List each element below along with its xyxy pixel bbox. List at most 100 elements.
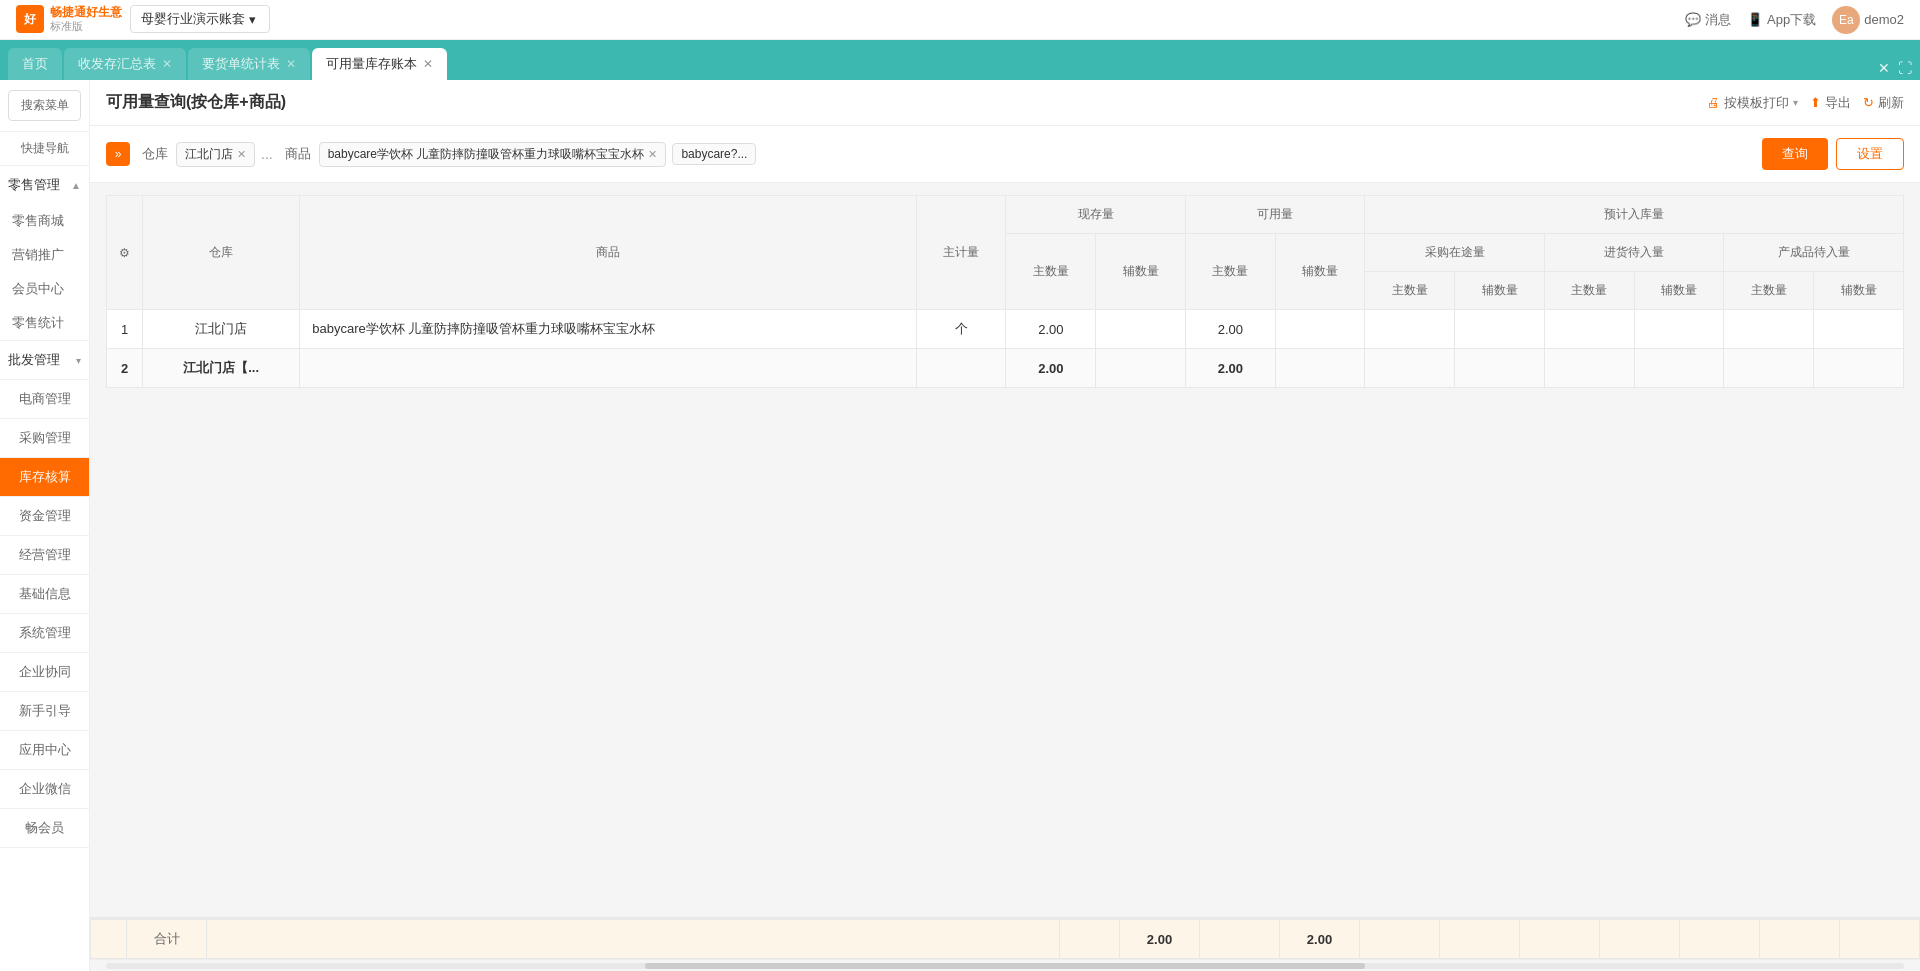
product-tag-2[interactable]: babycare?... <box>672 143 756 165</box>
warehouse-label: 仓库 <box>142 145 168 163</box>
th-stock-group: 现存量 <box>1006 196 1185 234</box>
user-profile[interactable]: Ea demo2 <box>1832 6 1904 34</box>
template-print-button[interactable]: 🖨 按模板打印 ▾ <box>1707 94 1798 112</box>
subtotal-row: 2 江北门店【... 2.00 2.00 <box>107 349 1904 388</box>
tab-available-close[interactable]: ✕ <box>423 57 433 71</box>
subtotal-pur-aux <box>1455 349 1545 388</box>
template-print-label: 按模板打印 <box>1724 94 1789 112</box>
row-inc-aux <box>1634 310 1724 349</box>
th-inc-aux: 辅数量 <box>1634 272 1724 310</box>
user-name: demo2 <box>1864 12 1904 27</box>
maximize-icon[interactable]: ⛶ <box>1898 60 1912 76</box>
th-warehouse: 仓库 <box>143 196 300 310</box>
table-wrapper: ⚙ 仓库 商品 主计量 现存量 可用量 预计入库量 主数量 辅数量 主数量 辅数… <box>90 183 1920 917</box>
chevron-down-icon <box>249 12 256 27</box>
total-available-main: 2.00 <box>1280 920 1360 959</box>
sidebar-item-operation[interactable]: 经营管理 <box>0 536 89 575</box>
th-inc-main: 主数量 <box>1544 272 1634 310</box>
search-menu-button[interactable]: 搜索菜单 <box>8 90 81 121</box>
tab-demand-close[interactable]: ✕ <box>286 57 296 71</box>
logo-area: 好 畅捷通好生意 标准版 <box>16 5 122 34</box>
quick-nav-button[interactable]: 快捷导航 <box>0 132 89 166</box>
total-inc-main <box>1600 920 1680 959</box>
total-product-cell <box>207 920 1060 959</box>
refresh-button[interactable]: ↻ 刷新 <box>1863 94 1904 112</box>
th-forecast-group: 预计入库量 <box>1365 196 1904 234</box>
sidebar-item-wechat[interactable]: 企业微信 <box>0 770 89 809</box>
sidebar-group-retail-header[interactable]: 零售管理 ▲ <box>0 166 89 204</box>
tab-income[interactable]: 收发存汇总表 ✕ <box>64 48 186 80</box>
app-icon: 📱 <box>1747 12 1763 27</box>
setting-button[interactable]: 设置 <box>1836 138 1904 170</box>
tab-bar: 首页 收发存汇总表 ✕ 要货单统计表 ✕ 可用量库存账本 ✕ ✕ ⛶ <box>0 40 1920 80</box>
tab-demand-label: 要货单统计表 <box>202 55 280 73</box>
logo-icon: 好 <box>16 5 44 33</box>
tab-demand[interactable]: 要货单统计表 ✕ <box>188 48 310 80</box>
sidebar-item-enterprise[interactable]: 企业协同 <box>0 653 89 692</box>
th-available-main: 主数量 <box>1185 234 1275 310</box>
tab-available[interactable]: 可用量库存账本 ✕ <box>312 48 447 80</box>
app-download-button[interactable]: 📱 App下载 <box>1747 11 1816 29</box>
sidebar-item-ecommerce[interactable]: 电商管理 <box>0 380 89 419</box>
sidebar-item-finance[interactable]: 资金管理 <box>0 497 89 536</box>
message-icon: 💬 <box>1685 12 1701 27</box>
query-button[interactable]: 查询 <box>1762 138 1828 170</box>
expand-filter-button[interactable]: » <box>106 142 130 166</box>
warehouse-more-button[interactable]: ... <box>261 146 273 162</box>
row-available-main: 2.00 <box>1185 310 1275 349</box>
tab-home[interactable]: 首页 <box>8 48 62 80</box>
total-available-aux <box>1360 920 1440 959</box>
row-pur-main <box>1365 310 1455 349</box>
content-area: 可用量查询(按仓库+商品) 🖨 按模板打印 ▾ ⬆ 导出 ↻ 刷新 » <box>90 80 1920 971</box>
subtotal-pur-main <box>1365 349 1455 388</box>
row-stock-aux <box>1096 310 1186 349</box>
th-production-group: 产成品待入量 <box>1724 234 1904 272</box>
close-window-icon[interactable]: ✕ <box>1878 60 1890 76</box>
scroll-thumb[interactable] <box>645 963 1364 969</box>
sidebar-group-wholesale-header[interactable]: 批发管理 ▾ <box>0 341 89 379</box>
product-label: 商品 <box>285 145 311 163</box>
print-chevron-icon: ▾ <box>1793 97 1798 108</box>
th-available-aux: 辅数量 <box>1275 234 1365 310</box>
sidebar-item-member[interactable]: 畅会员 <box>0 809 89 848</box>
sidebar-item-inventory[interactable]: 库存核算 <box>0 458 89 497</box>
industry-select[interactable]: 母婴行业演示账套 <box>130 5 270 33</box>
warehouse-tag-close[interactable]: ✕ <box>237 148 246 161</box>
tab-income-close[interactable]: ✕ <box>162 57 172 71</box>
total-inc-aux <box>1680 920 1760 959</box>
th-incoming-group: 进货待入量 <box>1544 234 1723 272</box>
sidebar-item-system[interactable]: 系统管理 <box>0 614 89 653</box>
sidebar-group-wholesale-arrow: ▾ <box>76 355 81 366</box>
top-bar-right: 💬 消息 📱 App下载 Ea demo2 <box>1685 6 1904 34</box>
export-button[interactable]: ⬆ 导出 <box>1810 94 1851 112</box>
sidebar-item-purchase[interactable]: 采购管理 <box>0 419 89 458</box>
product-tag-1-close[interactable]: ✕ <box>648 148 657 161</box>
th-settings[interactable]: ⚙ <box>107 196 143 310</box>
th-pur-main: 主数量 <box>1365 272 1455 310</box>
product-tag-1[interactable]: babycare学饮杯 儿童防摔防撞吸管杯重力球吸嘴杯宝宝水杯 ✕ <box>319 142 667 167</box>
sidebar-group-wholesale: 批发管理 ▾ <box>0 341 89 380</box>
sidebar-group-retail-arrow: ▲ <box>71 180 81 191</box>
export-icon: ⬆ <box>1810 95 1821 110</box>
warehouse-tag[interactable]: 江北门店 ✕ <box>176 142 255 167</box>
refresh-label: 刷新 <box>1878 94 1904 112</box>
sidebar-item-guide[interactable]: 新手引导 <box>0 692 89 731</box>
subtotal-no: 2 <box>107 349 143 388</box>
total-label: 合计 <box>127 920 207 959</box>
sidebar-item-members[interactable]: 会员中心 <box>0 272 89 306</box>
th-available-group: 可用量 <box>1185 196 1364 234</box>
sidebar-item-marketing[interactable]: 营销推广 <box>0 238 89 272</box>
sidebar-item-apps[interactable]: 应用中心 <box>0 731 89 770</box>
app-label: App下载 <box>1767 11 1816 29</box>
sidebar: 搜索菜单 快捷导航 零售管理 ▲ 零售商城 营销推广 会员中心 零售统计 批发管… <box>0 80 90 971</box>
row-prod-aux <box>1814 310 1904 349</box>
row-available-aux <box>1275 310 1365 349</box>
filter-actions: 查询 设置 <box>1762 138 1904 170</box>
tab-income-label: 收发存汇总表 <box>78 55 156 73</box>
filter-area: » 仓库 江北门店 ✕ ... 商品 babycare学饮杯 儿童防摔防撞吸管杯… <box>90 126 1920 183</box>
horizontal-scrollbar[interactable] <box>90 959 1920 971</box>
sidebar-item-retail-shop[interactable]: 零售商城 <box>0 204 89 238</box>
sidebar-item-retail-stats[interactable]: 零售统计 <box>0 306 89 340</box>
sidebar-item-basic[interactable]: 基础信息 <box>0 575 89 614</box>
message-button[interactable]: 💬 消息 <box>1685 11 1731 29</box>
